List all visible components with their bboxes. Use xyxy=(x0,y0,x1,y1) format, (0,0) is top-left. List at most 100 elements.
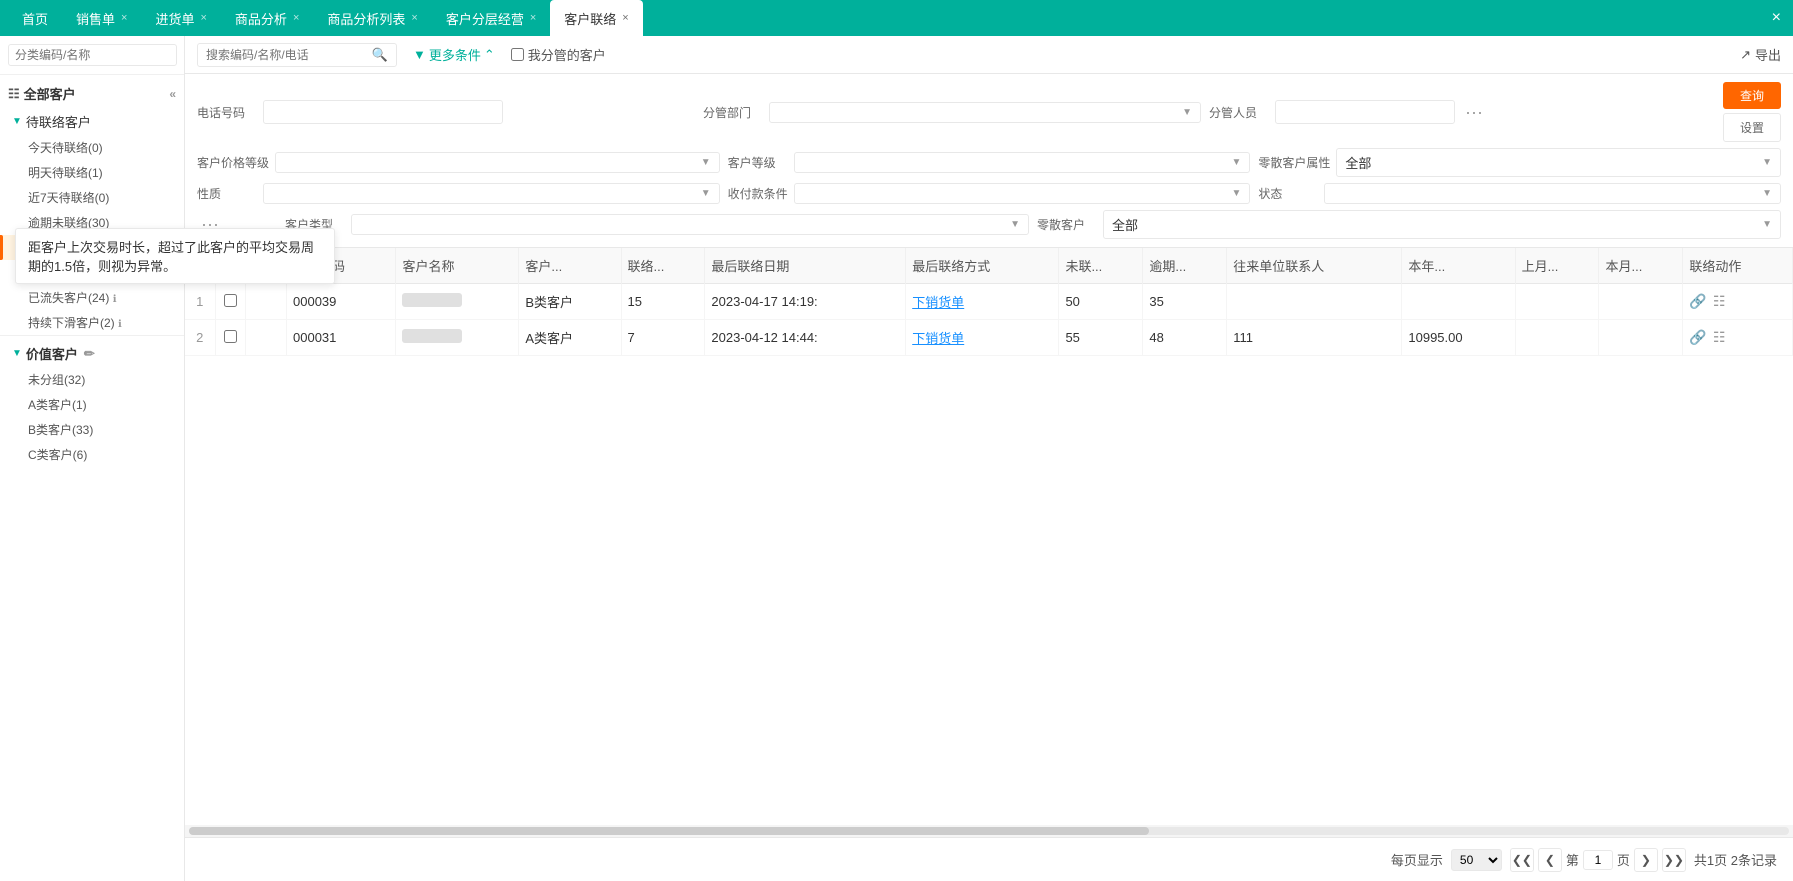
sidebar-all-customers[interactable]: ☷ 全部客户 « xyxy=(0,79,184,108)
filter-nature-select[interactable]: ▼ xyxy=(263,183,720,204)
sidebar-item-tomorrow[interactable]: 明天待联络(1) xyxy=(0,160,184,185)
more-conditions-btn[interactable]: ▼ 更多条件 ⌃ xyxy=(405,42,503,67)
nav-customer-contact[interactable]: 客户联络 × xyxy=(550,0,642,36)
close-window-button[interactable]: × xyxy=(1772,9,1781,27)
filter-panel: 电话号码 分管部门 ▼ 分管人员 ··· 查询 设置 xyxy=(185,74,1793,248)
my-customer-checkbox[interactable]: 我分管的客户 xyxy=(511,45,606,64)
nav-customer-tier[interactable]: 客户分层经营 × xyxy=(432,0,550,36)
sidebar-search-input[interactable] xyxy=(8,44,177,66)
col-uncontact-label: 未联... xyxy=(1065,259,1102,274)
settings-button[interactable]: 设置 xyxy=(1723,113,1781,142)
nav-analysis[interactable]: 商品分析 × xyxy=(221,0,313,36)
row2-settings xyxy=(245,320,287,356)
nav-analysis-list[interactable]: 商品分析列表 × xyxy=(313,0,431,36)
sidebar-item-declining[interactable]: 持续下滑客户(2) ℹ xyxy=(0,310,184,335)
filter-payment-select[interactable]: ▼ xyxy=(794,183,1251,204)
nav-analysis-label: 商品分析 xyxy=(235,9,287,28)
filter-customer-type-select[interactable]: ▼ xyxy=(351,214,1029,235)
total-records-label: 共1页 2条记录 xyxy=(1694,850,1777,869)
nav-purchase[interactable]: 进货单 × xyxy=(141,0,220,36)
row2-link-icon[interactable]: 🔗 xyxy=(1689,329,1706,346)
last-page-btn[interactable]: ❯❯ xyxy=(1662,848,1686,872)
nav-analysis-list-close[interactable]: × xyxy=(411,12,417,24)
export-button[interactable]: ↗ 导出 xyxy=(1740,45,1781,64)
filter-search-box: 🔍 xyxy=(197,43,397,67)
col-this-month-header[interactable]: 本月... xyxy=(1599,248,1683,284)
filter-dept-select[interactable]: ▼ xyxy=(769,102,1201,123)
row1-checkbox[interactable] xyxy=(215,284,245,320)
filter-cell-dept: 分管部门 ▼ xyxy=(703,102,1201,123)
nav-home-label: 首页 xyxy=(22,9,48,28)
next-page-btn[interactable]: ❯ xyxy=(1634,848,1658,872)
sidebar-item-c-class[interactable]: C类客户(6) xyxy=(0,442,184,467)
col-this-year-header[interactable]: 本年... xyxy=(1402,248,1515,284)
top-nav: 首页 销售单 × 进货单 × 商品分析 × 商品分析列表 × 客户分层经营 × … xyxy=(0,0,1793,36)
nav-analysis-close[interactable]: × xyxy=(293,12,299,24)
my-customer-label: 我分管的客户 xyxy=(528,45,606,64)
row2-last-contact-way[interactable]: 下销货单 xyxy=(906,320,1059,356)
nav-customer-tier-close[interactable]: × xyxy=(530,12,536,24)
sidebar-item-ungrouped[interactable]: 未分组(32) xyxy=(0,367,184,392)
filter-manager-input[interactable] xyxy=(1275,100,1455,124)
row2-action: 🔗 ☷ xyxy=(1683,320,1793,356)
nav-sales-close[interactable]: × xyxy=(121,12,127,24)
sidebar-value-title[interactable]: ▼ 价值客户 ✏ xyxy=(0,340,184,367)
filter-scatter-attr-select[interactable]: 全部 ▼ xyxy=(1336,148,1781,177)
col-uncontact-header[interactable]: 未联... xyxy=(1059,248,1143,284)
nav-customer-contact-close[interactable]: × xyxy=(622,12,628,24)
col-company-contact-header[interactable]: 往来单位联系人 xyxy=(1227,248,1402,284)
row1-last-contact-way[interactable]: 下销货单 xyxy=(906,284,1059,320)
sidebar-item-lost[interactable]: 已流失客户(24) ℹ xyxy=(0,285,184,310)
col-last-contact-way-header[interactable]: 最后联络方式 xyxy=(906,248,1059,284)
row1-check[interactable] xyxy=(224,294,237,307)
col-type-header[interactable]: 客户... xyxy=(519,248,621,284)
row1-link-icon[interactable]: 🔗 xyxy=(1689,293,1706,310)
filter-price-grade-select[interactable]: ▼ xyxy=(275,152,720,173)
row2-check[interactable] xyxy=(224,330,237,343)
my-customer-check[interactable] xyxy=(511,48,524,61)
nav-sales[interactable]: 销售单 × xyxy=(62,0,141,36)
row2-grid-icon[interactable]: ☷ xyxy=(1713,329,1726,346)
pagination-bar: 每页显示 50 20 100 ❮❮ ❮ 第 页 ❯ ❯❯ 共1页 2条记录 xyxy=(185,837,1793,881)
nav-home[interactable]: 首页 xyxy=(8,0,62,36)
nav-purchase-close[interactable]: × xyxy=(200,12,206,24)
col-overdue-header[interactable]: 逾期... xyxy=(1143,248,1227,284)
col-last-contact-date-header[interactable]: 最后联络日期 xyxy=(705,248,906,284)
nav-purchase-label: 进货单 xyxy=(155,9,194,28)
filter-scatter-customer-select[interactable]: 全部 ▼ xyxy=(1103,210,1781,239)
filter-customer-grade-select[interactable]: ▼ xyxy=(794,152,1251,173)
col-last-month-header[interactable]: 上月... xyxy=(1515,248,1599,284)
filter-status-select[interactable]: ▼ xyxy=(1324,183,1781,204)
page-number-input[interactable] xyxy=(1583,850,1613,870)
row1-last-contact-way-link[interactable]: 下销货单 xyxy=(912,295,964,310)
row2-last-contact-way-link[interactable]: 下销货单 xyxy=(912,331,964,346)
filter-search-icon[interactable]: 🔍 xyxy=(372,47,388,63)
filter-phone-input[interactable] xyxy=(263,100,503,124)
sidebar-item-7days[interactable]: 近7天待联络(0) xyxy=(0,185,184,210)
row2-last-month xyxy=(1515,320,1599,356)
all-customers-label: 全部客户 xyxy=(24,84,76,103)
prev-page-btn[interactable]: ❮ xyxy=(1538,848,1562,872)
tooltip-text: 距客户上次交易时长，超过了此客户的平均交易周期的1.5倍，则视为异常。 xyxy=(185,240,314,274)
col-contact-header[interactable]: 联络... xyxy=(621,248,705,284)
col-name-header[interactable]: 客户名称 xyxy=(396,248,519,284)
query-button[interactable]: 查询 xyxy=(1723,82,1781,109)
manager-more-btn[interactable]: ··· xyxy=(1461,102,1487,123)
sidebar-section-pending[interactable]: ▼ 待联络客户 xyxy=(0,108,184,135)
per-page-select[interactable]: 50 20 100 xyxy=(1451,849,1502,871)
sidebar-item-b-class[interactable]: B类客户(33) xyxy=(0,417,184,442)
filter-search-input[interactable] xyxy=(206,48,372,62)
data-table-container[interactable]: ⚙ 客户编码 客户名称 客户... 联络... xyxy=(185,248,1793,825)
row1-name xyxy=(396,284,519,320)
scrollbar-thumb[interactable] xyxy=(189,827,1149,835)
scrollbar-track[interactable] xyxy=(189,827,1789,835)
first-page-btn[interactable]: ❮❮ xyxy=(1510,848,1534,872)
sidebar-collapse-icon[interactable]: « xyxy=(169,87,176,101)
horizontal-scrollbar[interactable] xyxy=(185,825,1793,837)
row2-checkbox[interactable] xyxy=(215,320,245,356)
row1-grid-icon[interactable]: ☷ xyxy=(1713,293,1726,310)
filter-scatter-customer-value: 全部 xyxy=(1112,215,1138,234)
sidebar-item-a-class[interactable]: A类客户(1) xyxy=(0,392,184,417)
sidebar-item-today[interactable]: 今天待联络(0) xyxy=(0,135,184,160)
edit-icon[interactable]: ✏ xyxy=(84,346,95,362)
